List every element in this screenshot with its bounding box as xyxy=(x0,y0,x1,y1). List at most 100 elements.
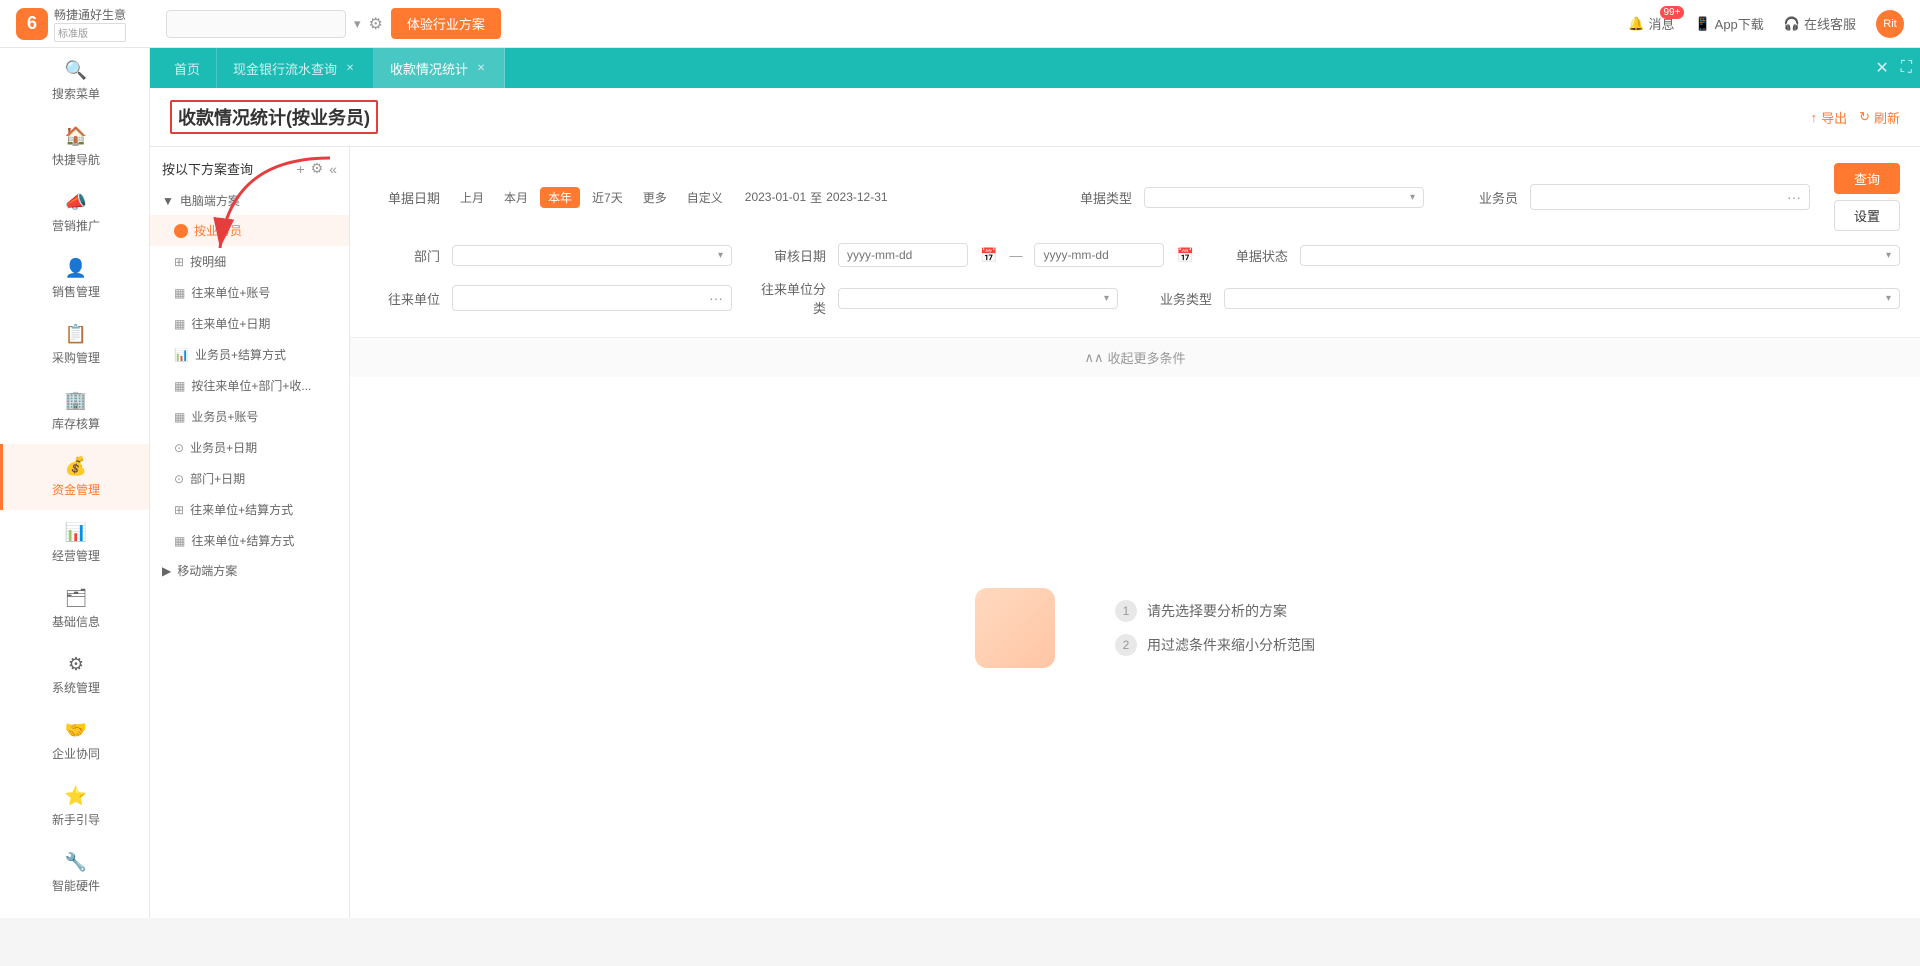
date-tab-custom[interactable]: 自定义 xyxy=(679,187,731,208)
calendar-start-icon[interactable]: 📅 xyxy=(980,247,997,264)
sidebar-item-purchase[interactable]: 📋 采购管理 xyxy=(0,312,149,378)
scheme-group-desktop-title[interactable]: ▼ 电脑端方案 xyxy=(150,186,349,215)
collapse-scheme-button[interactable]: « xyxy=(329,161,337,177)
scheme-item-label: 业务员+结算方式 xyxy=(195,346,286,363)
date-tab-lastmonth[interactable]: 上月 xyxy=(452,187,492,208)
scheme-group-desktop: ▼ 电脑端方案 按业务员 ⊞ 按明细 ▦ 往来单位+账号 xyxy=(150,186,349,556)
doc-type-label: 单据类型 xyxy=(1062,188,1132,207)
sidebar-item-system[interactable]: ⚙ 系统管理 xyxy=(0,642,149,708)
refresh-button[interactable]: ↻ 刷新 xyxy=(1859,108,1900,127)
online-service-button[interactable]: 🎧 在线客服 xyxy=(1784,14,1856,33)
scheme-item-partner-account[interactable]: ▦ 往来单位+账号 xyxy=(150,277,349,308)
scheme-item-label: 业务员+账号 xyxy=(191,408,258,425)
chevron-right-icon: ▶ xyxy=(162,564,171,578)
tab-maximize-icon[interactable]: ⛶ xyxy=(1901,59,1912,77)
top-search-input[interactable] xyxy=(166,10,346,38)
date-filter-value: 上月 本月 本年 近7天 更多 自定义 2023-01-01 至 2023-12 xyxy=(452,187,1050,208)
date-range-display: 2023-01-01 至 2023-12-31 xyxy=(745,189,888,206)
notifications-button[interactable]: 🔔 消息 99+ xyxy=(1628,14,1674,33)
export-button[interactable]: ↑ 导出 xyxy=(1811,108,1848,127)
settings-icon[interactable]: ⚙ xyxy=(369,14,383,34)
app-download-button[interactable]: 📱 App下载 xyxy=(1694,14,1763,33)
sidebar-item-finance[interactable]: 💰 资金管理 xyxy=(0,444,149,510)
warehouse-icon: 🏢 xyxy=(65,390,87,411)
salesman-more-icon[interactable]: ··· xyxy=(1787,189,1801,205)
date-tab-thismonth[interactable]: 本月 xyxy=(496,187,536,208)
hint-num-2: 2 xyxy=(1115,634,1137,656)
money-icon: 💰 xyxy=(65,456,87,477)
tab-receipts-stats[interactable]: 收款情况统计 ✕ xyxy=(374,48,505,88)
partner-more-icon[interactable]: ··· xyxy=(709,290,723,306)
doc-status-select[interactable]: ▾ xyxy=(1300,245,1900,266)
scheme-item-detail[interactable]: ⊞ 按明细 xyxy=(150,246,349,277)
sidebar-item-label: 智能硬件 xyxy=(52,877,100,894)
biz-type-select[interactable]: ▾ xyxy=(1224,288,1900,309)
filter-row-2: 部门 ▾ 审核日期 📅 — 📅 单据状态 xyxy=(370,243,1900,267)
sidebar-item-hardware[interactable]: 🔧 智能硬件 xyxy=(0,840,149,906)
sidebar-item-search[interactable]: 🔍 搜索菜单 xyxy=(0,48,149,114)
date-tab-last7days[interactable]: 近7天 xyxy=(584,187,631,208)
bar-chart-icon: 📊 xyxy=(174,348,189,362)
top-bar: 6 畅捷通好生意 标准版 ▾ ⚙ 体验行业方案 🔔 消息 99+ 📱 App下载… xyxy=(0,0,1920,48)
scheme-item-partner-date[interactable]: ▦ 往来单位+日期 xyxy=(150,308,349,339)
scheme-item-salesman-account[interactable]: ▦ 业务员+账号 xyxy=(150,401,349,432)
tab-receipts-stats-label: 收款情况统计 xyxy=(390,59,468,78)
main-layout: 🔍 搜索菜单 🏠 快捷导航 📣 营销推广 👤 销售管理 📋 采购管理 🏢 库存核… xyxy=(0,48,1920,918)
search-dropdown-icon[interactable]: ▾ xyxy=(354,16,361,32)
doc-status-label: 单据状态 xyxy=(1218,246,1288,265)
doc-type-select[interactable]: ▾ xyxy=(1144,187,1424,208)
scheme-item-partner-settlement2[interactable]: ▦ 往来单位+结算方式 xyxy=(150,525,349,556)
empty-state: 1 请先选择要分析的方案 2 用过滤条件来缩小分析范围 xyxy=(350,377,1920,918)
scheme-item-salesman-date[interactable]: ⊙ 业务员+日期 xyxy=(150,432,349,463)
tab-receipts-stats-close[interactable]: ✕ xyxy=(474,61,488,75)
tab-bank-flow[interactable]: 现金银行流水查询 ✕ xyxy=(217,48,374,88)
sidebar-item-collaboration[interactable]: 🤝 企业协同 xyxy=(0,708,149,774)
scheme-item-dept-date[interactable]: ⊙ 部门+日期 xyxy=(150,463,349,494)
sidebar-item-newbie[interactable]: ⭐ 新手引导 xyxy=(0,774,149,840)
scheme-item-salesman-settlement[interactable]: 📊 业务员+结算方式 xyxy=(150,339,349,370)
tab-bank-flow-close[interactable]: ✕ xyxy=(343,61,357,75)
scheme-group-mobile-title[interactable]: ▶ 移动端方案 xyxy=(150,556,349,585)
hint-num-1: 1 xyxy=(1115,600,1137,622)
sidebar-item-wecom[interactable]: 💬 企业微信 xyxy=(0,906,149,918)
trial-industry-button[interactable]: 体验行业方案 xyxy=(391,8,501,39)
headset-icon: 🎧 xyxy=(1784,16,1800,32)
sidebar-item-label: 经营管理 xyxy=(52,547,100,564)
partner-select[interactable]: ··· xyxy=(452,285,732,311)
sidebar-item-inventory[interactable]: 🏢 库存核算 xyxy=(0,378,149,444)
salesman-select[interactable]: ··· xyxy=(1530,184,1810,210)
content-wrapper: 按以下方案查询 + ⚙ « ▼ 电脑端方案 按业务员 xyxy=(150,147,1920,918)
review-date-end-input[interactable] xyxy=(1034,243,1164,267)
collapse-conditions-bar[interactable]: ∧∧ 收起更多条件 xyxy=(350,337,1920,377)
sidebar-item-operations[interactable]: 📊 经营管理 xyxy=(0,510,149,576)
settings-button[interactable]: 设置 xyxy=(1834,200,1900,231)
refresh-icon: ↻ xyxy=(1859,109,1870,125)
dept-chevron-icon: ▾ xyxy=(718,250,723,261)
date-tab-thisyear[interactable]: 本年 xyxy=(540,187,580,208)
tab-home[interactable]: 首页 xyxy=(158,48,217,88)
search-icon: 🔍 xyxy=(65,60,87,81)
scheme-panel-title: 按以下方案查询 xyxy=(162,159,253,178)
settings-scheme-button[interactable]: ⚙ xyxy=(311,160,324,177)
query-button[interactable]: 查询 xyxy=(1834,163,1900,194)
sidebar-item-basicinfo[interactable]: 🗂 基础信息 xyxy=(0,576,149,642)
sidebar-item-sales[interactable]: 👤 销售管理 xyxy=(0,246,149,312)
tab-bank-flow-label: 现金银行流水查询 xyxy=(233,59,337,78)
empty-hint-1: 1 请先选择要分析的方案 xyxy=(1115,600,1315,622)
scheme-item-by-salesman[interactable]: 按业务员 xyxy=(150,215,349,246)
sidebar-item-quicknav[interactable]: 🏠 快捷导航 xyxy=(0,114,149,180)
sidebar: 🔍 搜索菜单 🏠 快捷导航 📣 营销推广 👤 销售管理 📋 采购管理 🏢 库存核… xyxy=(0,48,150,918)
scheme-item-partner-settlement1[interactable]: ⊞ 往来单位+结算方式 xyxy=(150,494,349,525)
sidebar-item-label: 库存核算 xyxy=(52,415,100,432)
scheme-item-partner-dept-collect[interactable]: ▦ 按往来单位+部门+收... xyxy=(150,370,349,401)
date-tab-more[interactable]: 更多 xyxy=(635,187,675,208)
partner-category-select[interactable]: ▾ xyxy=(838,288,1118,309)
sidebar-item-label: 搜索菜单 xyxy=(52,85,100,102)
tab-close-all-icon[interactable]: ✕ xyxy=(1875,58,1888,78)
review-date-start-input[interactable] xyxy=(838,243,968,267)
dept-select[interactable]: ▾ xyxy=(452,245,732,266)
sidebar-item-marketing[interactable]: 📣 营销推广 xyxy=(0,180,149,246)
user-avatar[interactable]: Rit xyxy=(1876,10,1904,38)
add-scheme-button[interactable]: + xyxy=(296,161,304,177)
calendar-end-icon[interactable]: 📅 xyxy=(1176,247,1193,264)
